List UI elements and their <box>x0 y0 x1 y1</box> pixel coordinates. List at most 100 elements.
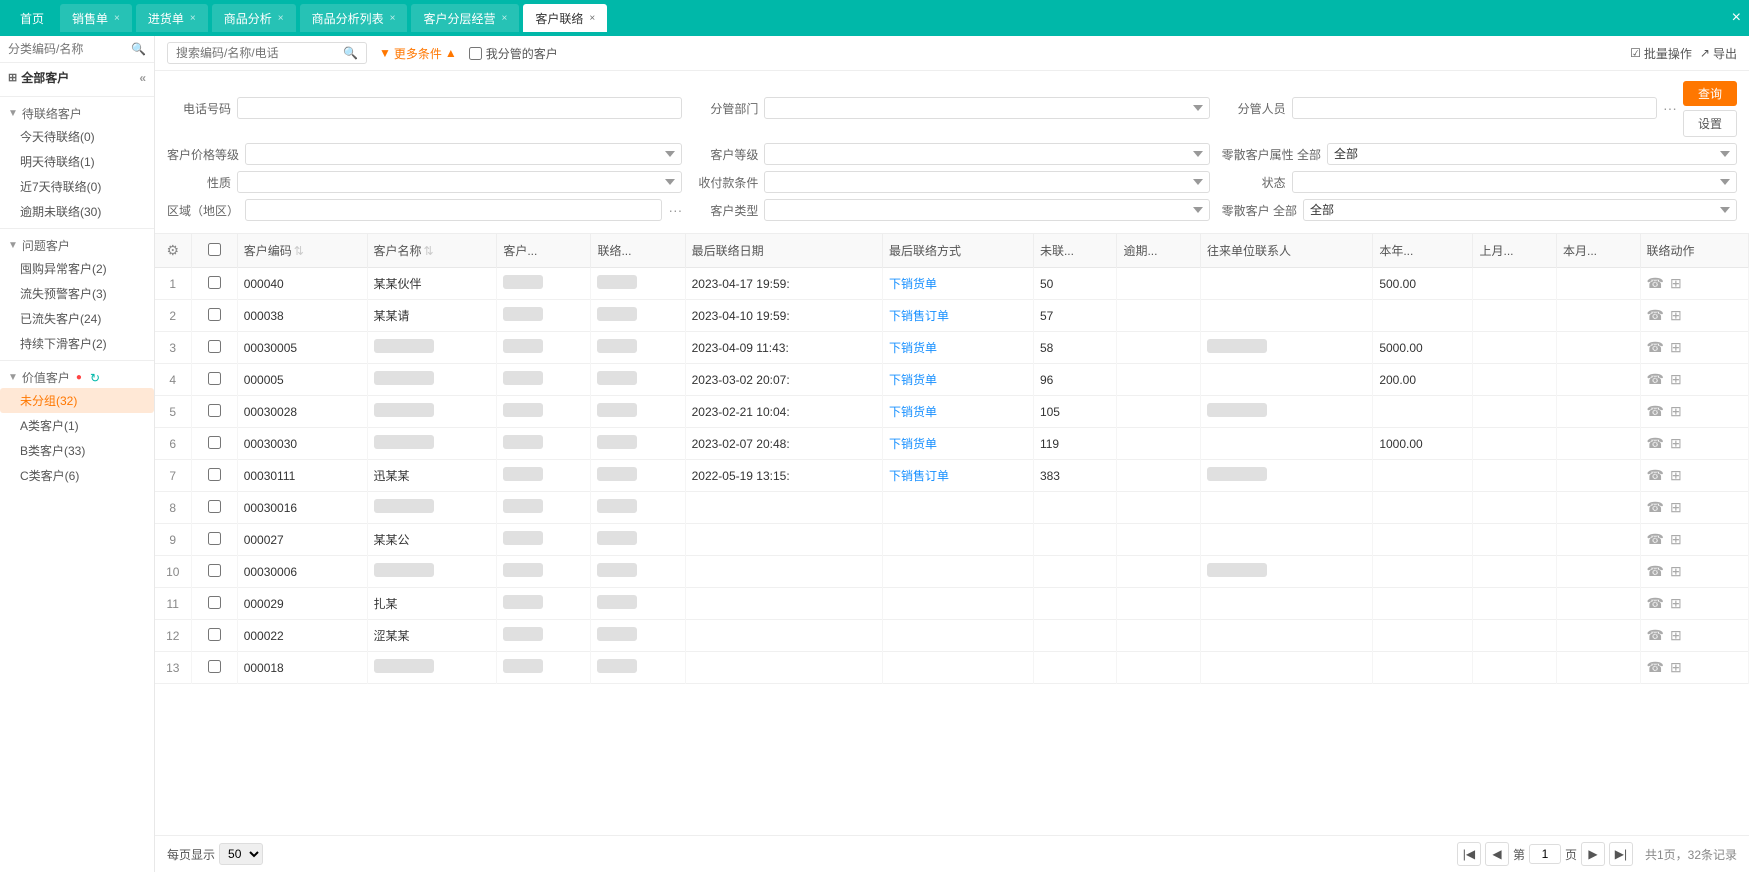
sidebar-search-icon[interactable]: 🔍 <box>131 42 146 56</box>
close-tab-sales[interactable]: × <box>114 13 120 24</box>
more-action-icon[interactable]: ⊞ <box>1670 275 1682 292</box>
tab-customer-tier[interactable]: 客户分层经营 × <box>411 4 519 32</box>
price-level-select[interactable] <box>245 143 682 165</box>
call-icon[interactable]: ☎ <box>1647 659 1664 676</box>
customer-level-select[interactable] <box>764 143 1209 165</box>
sidebar-item-overdue-contact[interactable]: 逾期未联络(30) <box>0 199 154 224</box>
tab-product-analysis[interactable]: 商品分析 × <box>212 4 296 32</box>
more-conditions-btn[interactable]: ▼ 更多条件 ▲ <box>379 45 457 62</box>
th-checkbox[interactable] <box>191 234 237 268</box>
page-size-selector[interactable]: 每页显示 50 <box>167 843 263 865</box>
search-box[interactable]: 🔍 <box>167 42 367 64</box>
query-button[interactable]: 查询 <box>1683 81 1737 106</box>
my-customers-check[interactable] <box>469 47 482 60</box>
row-checkbox-cell[interactable] <box>191 396 237 428</box>
more-action-icon[interactable]: ⊞ <box>1670 659 1682 676</box>
row-checkbox[interactable] <box>208 372 221 385</box>
page-number-input[interactable] <box>1529 844 1561 864</box>
more-action-icon[interactable]: ⊞ <box>1670 467 1682 484</box>
phone-input[interactable] <box>237 97 682 119</box>
batch-ops-btn[interactable]: ☑ 批量操作 <box>1630 45 1692 62</box>
more-action-icon[interactable]: ⊞ <box>1670 499 1682 516</box>
refresh-icon[interactable]: ↻ <box>90 371 100 385</box>
group-problem-customers[interactable]: ▼ 问题客户 <box>0 233 154 256</box>
contact-method-link[interactable]: 下销售订单 <box>889 309 949 323</box>
row-checkbox[interactable] <box>208 564 221 577</box>
last-contact-method[interactable]: 下销货单 <box>882 268 1033 300</box>
next-page-btn[interactable]: ▶ <box>1581 842 1605 866</box>
call-icon[interactable]: ☎ <box>1647 531 1664 548</box>
sidebar-item-tomorrow-contact[interactable]: 明天待联络(1) <box>0 149 154 174</box>
last-page-btn[interactable]: ▶| <box>1609 842 1633 866</box>
sidebar-item-7day-contact[interactable]: 近7天待联络(0) <box>0 174 154 199</box>
th-gear[interactable]: ⚙ <box>155 234 191 268</box>
row-checkbox-cell[interactable] <box>191 556 237 588</box>
collapse-btn[interactable]: « <box>139 71 146 85</box>
call-icon[interactable]: ☎ <box>1647 307 1664 324</box>
nav-home[interactable]: 首页 <box>8 4 56 32</box>
close-all-button[interactable]: × <box>1732 9 1741 27</box>
last-contact-method[interactable]: 下销售订单 <box>882 300 1033 332</box>
call-icon[interactable]: ☎ <box>1647 403 1664 420</box>
tab-purchase-order[interactable]: 进货单 × <box>136 4 208 32</box>
export-btn[interactable]: ↗ 导出 <box>1700 45 1737 62</box>
tab-sales-order[interactable]: 销售单 × <box>60 4 132 32</box>
close-tab-product-list[interactable]: × <box>390 13 396 24</box>
close-tab-tier[interactable]: × <box>501 13 507 24</box>
last-contact-method[interactable]: 下销售订单 <box>882 460 1033 492</box>
close-tab-product[interactable]: × <box>278 13 284 24</box>
person-input[interactable] <box>1292 97 1657 119</box>
last-contact-method[interactable]: 下销货单 <box>882 396 1033 428</box>
more-action-icon[interactable]: ⊞ <box>1670 339 1682 356</box>
call-icon[interactable]: ☎ <box>1647 339 1664 356</box>
row-checkbox[interactable] <box>208 340 221 353</box>
call-icon[interactable]: ☎ <box>1647 275 1664 292</box>
row-checkbox-cell[interactable] <box>191 492 237 524</box>
row-checkbox[interactable] <box>208 532 221 545</box>
sidebar-item-b-class[interactable]: B类客户(33) <box>0 438 154 463</box>
row-checkbox-cell[interactable] <box>191 524 237 556</box>
region-dots[interactable]: ··· <box>668 202 682 218</box>
dept-select[interactable] <box>764 97 1209 119</box>
row-checkbox-cell[interactable] <box>191 332 237 364</box>
region-input[interactable] <box>245 199 662 221</box>
more-action-icon[interactable]: ⊞ <box>1670 627 1682 644</box>
nature-select[interactable] <box>237 171 682 193</box>
sidebar-item-churn-warning[interactable]: 流失预警客户(3) <box>0 281 154 306</box>
contact-method-link[interactable]: 下销货单 <box>889 405 937 419</box>
row-checkbox-cell[interactable] <box>191 428 237 460</box>
row-checkbox[interactable] <box>208 628 221 641</box>
call-icon[interactable]: ☎ <box>1647 371 1664 388</box>
tab-customer-contact[interactable]: 客户联络 × <box>523 4 607 32</box>
contact-method-link[interactable]: 下销货单 <box>889 373 937 387</box>
payment-select[interactable] <box>764 171 1209 193</box>
last-contact-method[interactable]: 下销货单 <box>882 364 1033 396</box>
sidebar-item-declining[interactable]: 持续下滑客户(2) <box>0 331 154 356</box>
contact-method-link[interactable]: 下销售订单 <box>889 469 949 483</box>
row-checkbox-cell[interactable] <box>191 588 237 620</box>
retail-attr-select[interactable]: 全部 <box>1327 143 1737 165</box>
last-contact-method[interactable]: 下销货单 <box>882 332 1033 364</box>
sidebar-item-abnormal[interactable]: 囤购异常客户(2) <box>0 256 154 281</box>
select-all-checkbox[interactable] <box>208 243 221 256</box>
sidebar-item-a-class[interactable]: A类客户(1) <box>0 413 154 438</box>
call-icon[interactable]: ☎ <box>1647 563 1664 580</box>
first-page-btn[interactable]: |◀ <box>1457 842 1481 866</box>
row-checkbox[interactable] <box>208 404 221 417</box>
sidebar-search-input[interactable] <box>8 42 127 56</box>
retail-select[interactable]: 全部 <box>1303 199 1737 221</box>
my-customers-checkbox[interactable]: 我分管的客户 <box>469 45 558 62</box>
row-checkbox-cell[interactable] <box>191 364 237 396</box>
more-action-icon[interactable]: ⊞ <box>1670 435 1682 452</box>
row-checkbox[interactable] <box>208 660 221 673</box>
row-checkbox[interactable] <box>208 276 221 289</box>
contact-method-link[interactable]: 下销货单 <box>889 437 937 451</box>
prev-page-btn[interactable]: ◀ <box>1485 842 1509 866</box>
group-value-customers[interactable]: ▼ 价值客户 ● ↻ <box>0 365 154 388</box>
last-contact-method[interactable]: 下销货单 <box>882 428 1033 460</box>
more-action-icon[interactable]: ⊞ <box>1670 403 1682 420</box>
ctype-select[interactable] <box>764 199 1209 221</box>
call-icon[interactable]: ☎ <box>1647 435 1664 452</box>
call-icon[interactable]: ☎ <box>1647 595 1664 612</box>
sidebar-item-ungroup[interactable]: 未分组(32) <box>0 388 154 413</box>
